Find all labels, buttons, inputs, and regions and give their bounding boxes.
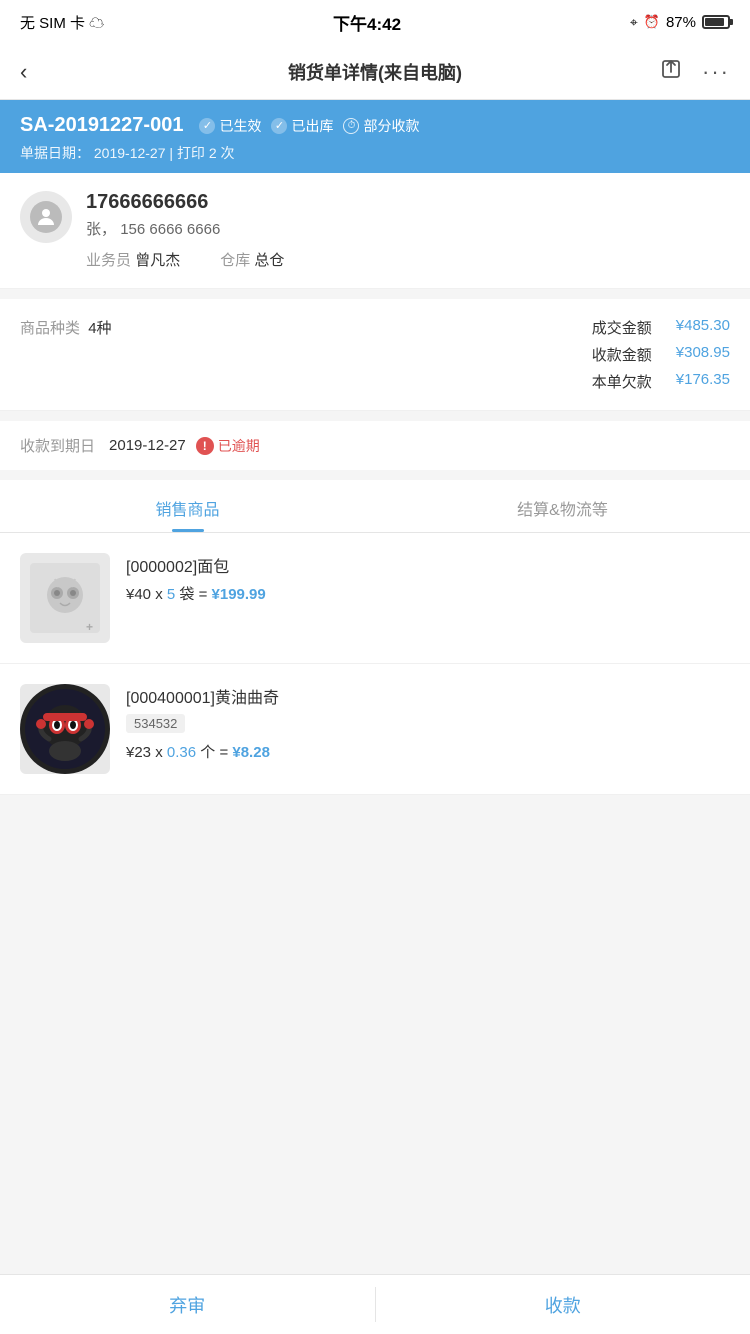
product-tag-2: 534532 xyxy=(126,714,185,733)
avatar xyxy=(20,191,72,243)
nav-bar: ‹ 销货单详情(来自电脑) ··· xyxy=(0,44,750,100)
print-number: 2 xyxy=(209,145,217,161)
nav-actions: ··· xyxy=(660,58,730,85)
deal-amount: ¥485.30 xyxy=(676,317,730,338)
deal-amount-row: 成交金额 ¥485.30 xyxy=(592,317,730,338)
tabs-header: 销售商品 结算&物流等 xyxy=(0,480,750,533)
page-title: 销货单详情(来自电脑) xyxy=(288,59,462,85)
product-price-2: ¥23 x 0.36 个 = ¥8.28 xyxy=(126,741,730,762)
product-details-1: [0000002]面包 ¥40 x 5 袋 = ¥199.99 xyxy=(126,553,730,604)
cancel-button[interactable]: 弃审 xyxy=(0,1275,375,1334)
product-price-1: ¥40 x 5 袋 = ¥199.99 xyxy=(126,583,730,604)
owe-amount: ¥176.35 xyxy=(676,371,730,392)
status-effective: ✓ 已生效 xyxy=(199,116,261,136)
overdue-badge: ! 已逾期 xyxy=(196,436,260,456)
received-row: 收款金额 ¥308.95 xyxy=(592,344,730,365)
share-button[interactable] xyxy=(660,58,682,85)
received-label: 收款金额 xyxy=(592,344,652,365)
overdue-icon: ! xyxy=(196,437,214,455)
summary-right: 成交金额 ¥485.30 收款金额 ¥308.95 本单欠款 ¥176.35 xyxy=(592,317,730,392)
product-thumb-1: + xyxy=(20,553,110,643)
table-row: [000400001]黄油曲奇 534532 ¥23 x 0.36 个 = ¥8… xyxy=(0,664,750,795)
signal-text: 无 SIM 卡 ☁ xyxy=(20,12,104,33)
location-icon: ⌖ xyxy=(630,14,638,31)
summary-section: 商品种类 4种 成交金额 ¥485.30 收款金额 ¥308.95 本单欠款 ¥… xyxy=(0,299,750,411)
table-row: + [0000002]面包 ¥40 x 5 袋 = ¥199.99 xyxy=(0,533,750,664)
status-left: 无 SIM 卡 ☁ xyxy=(20,12,104,33)
warehouse: 仓库 总仓 xyxy=(220,249,284,270)
overdue-label: 已逾期 xyxy=(218,436,260,456)
print-label: 打印 xyxy=(177,145,205,161)
order-id: SA-20191227-001 xyxy=(20,114,183,137)
customer-id: 17666666666 xyxy=(86,191,730,214)
status-time: 下午4:42 xyxy=(333,10,401,35)
product-list: + [0000002]面包 ¥40 x 5 袋 = ¥199.99 xyxy=(0,533,750,795)
alarm-icon: ⏰ xyxy=(644,14,660,30)
clock-icon: ⏱ xyxy=(343,118,359,134)
kind-count: 4种 xyxy=(88,320,111,337)
status-partial-paid: ⏱ 部分收款 xyxy=(343,116,419,136)
summary-left: 商品种类 4种 xyxy=(20,317,112,338)
product-details-2: [000400001]黄油曲奇 534532 ¥23 x 0.36 个 = ¥8… xyxy=(126,684,730,762)
due-date: 2019-12-27 xyxy=(109,437,186,454)
status-bar: 无 SIM 卡 ☁ 下午4:42 ⌖ ⏰ 87% xyxy=(0,0,750,44)
battery-percent: 87% xyxy=(666,14,696,31)
more-button[interactable]: ··· xyxy=(702,59,730,85)
date-label: 单据日期： xyxy=(20,145,90,161)
received-amount: ¥308.95 xyxy=(676,344,730,365)
customer-phone: 张， 156 6666 6666 xyxy=(86,218,730,239)
bottom-bar: 弃审 收款 xyxy=(0,1274,750,1334)
tabs-section: 销售商品 结算&物流等 + xyxy=(0,480,750,795)
owl-circle xyxy=(20,684,110,774)
svg-text:+: + xyxy=(86,620,93,633)
order-date: 2019-12-27 xyxy=(94,145,166,161)
tab-sales[interactable]: 销售商品 xyxy=(0,480,375,532)
product-name-2: [000400001]黄油曲奇 xyxy=(126,684,730,708)
product-name-1: [0000002]面包 xyxy=(126,553,730,577)
check-icon-2: ✓ xyxy=(271,118,287,134)
due-label: 收款到期日 xyxy=(20,435,95,456)
sales-rep: 业务员 曾凡杰 xyxy=(86,249,180,270)
separator: | xyxy=(169,145,177,161)
customer-info: 17666666666 张， 156 6666 6666 业务员 曾凡杰 仓库 … xyxy=(86,191,730,270)
pay-button[interactable]: 收款 xyxy=(376,1275,750,1334)
customer-meta: 业务员 曾凡杰 仓库 总仓 xyxy=(86,249,730,270)
due-section: 收款到期日 2019-12-27 ! 已逾期 xyxy=(0,421,750,470)
product-thumb-2 xyxy=(20,684,110,774)
header-sub: 单据日期： 2019-12-27 | 打印 2 次 xyxy=(20,143,730,163)
back-button[interactable]: ‹ xyxy=(20,51,35,93)
owe-label: 本单欠款 xyxy=(592,371,652,392)
customer-section: 17666666666 张， 156 6666 6666 业务员 曾凡杰 仓库 … xyxy=(0,173,750,289)
check-icon: ✓ xyxy=(199,118,215,134)
deal-amount-label: 成交金额 xyxy=(592,317,652,338)
owe-row: 本单欠款 ¥176.35 xyxy=(592,371,730,392)
status-shipped: ✓ 已出库 xyxy=(271,116,333,136)
status-right: ⌖ ⏰ 87% xyxy=(630,14,730,31)
battery-icon xyxy=(702,15,730,29)
print-suffix: 次 xyxy=(221,145,235,161)
status-tags: ✓ 已生效 ✓ 已出库 ⏱ 部分收款 xyxy=(199,116,419,136)
header-band: SA-20191227-001 ✓ 已生效 ✓ 已出库 ⏱ 部分收款 单据日期：… xyxy=(0,100,750,173)
avatar-icon xyxy=(30,201,62,233)
tab-settlement[interactable]: 结算&物流等 xyxy=(375,480,750,532)
